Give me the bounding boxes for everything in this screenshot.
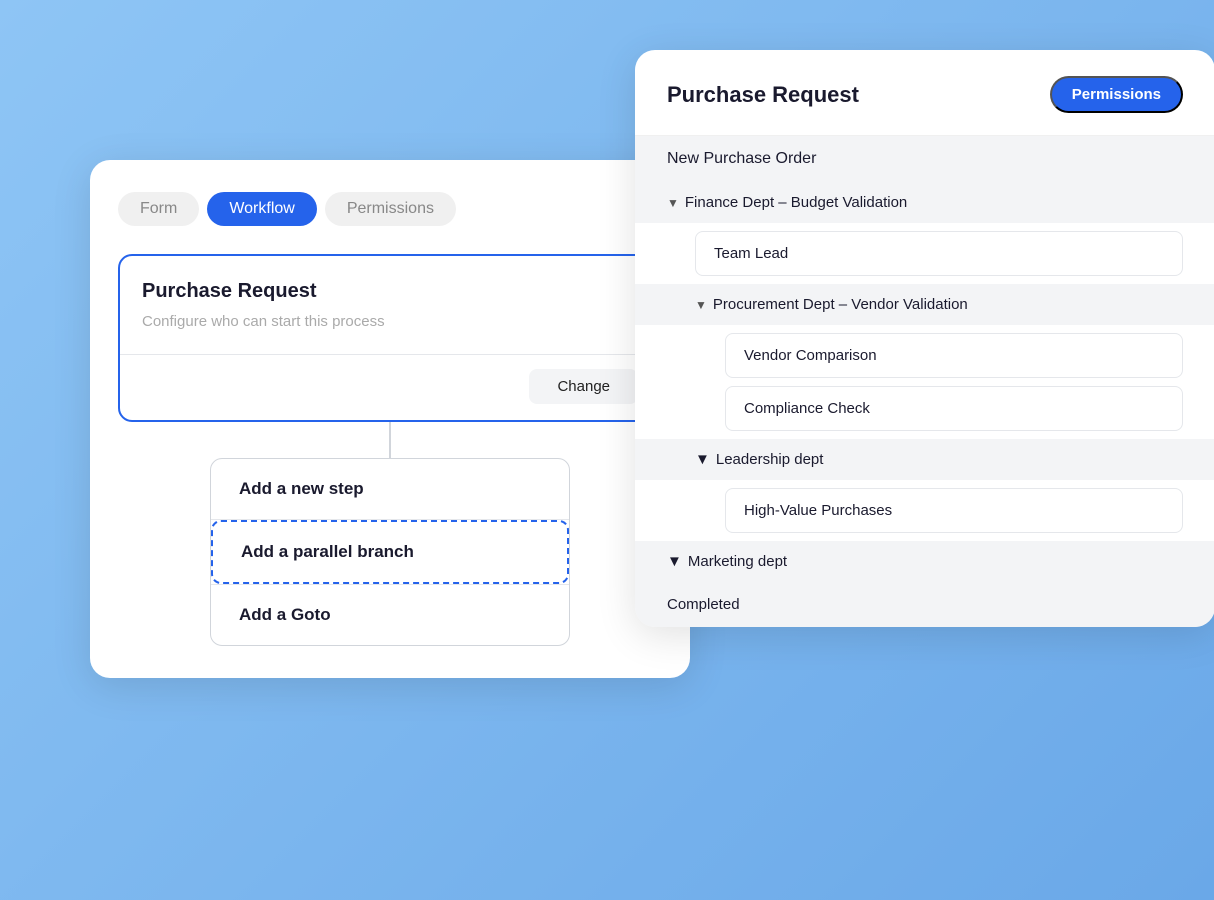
- rp-content: New Purchase Order ▼ Finance Dept – Budg…: [635, 136, 1214, 627]
- arrow-icon-marketing: ▼: [667, 553, 682, 570]
- step-box: Add a new step Add a parallel branch Add…: [210, 458, 570, 646]
- pr-card-bottom: Change: [142, 355, 638, 420]
- tab-permissions-left[interactable]: Permissions: [325, 192, 456, 226]
- right-panel: Purchase Request Permissions New Purchas…: [635, 50, 1214, 627]
- arrow-icon-procurement: ▼: [695, 298, 707, 312]
- permissions-badge-button[interactable]: Permissions: [1050, 76, 1183, 113]
- rp-team-lead: Team Lead: [695, 231, 1183, 276]
- purchase-request-card: Purchase Request Configure who can start…: [118, 254, 662, 422]
- rp-title: Purchase Request: [667, 82, 859, 108]
- pr-card-title: Purchase Request: [142, 280, 638, 303]
- rp-section-marketing[interactable]: ▼ Marketing dept: [635, 541, 1214, 582]
- step-add-parallel[interactable]: Add a parallel branch: [211, 520, 569, 584]
- tabs-row: Form Workflow Permissions: [118, 192, 662, 226]
- rp-compliance-check: Compliance Check: [725, 386, 1183, 431]
- rp-header: Purchase Request Permissions: [635, 50, 1214, 136]
- rp-section-marketing-label: Marketing dept: [688, 553, 787, 570]
- rp-section-finance-label: Finance Dept – Budget Validation: [685, 194, 907, 211]
- step-add-new[interactable]: Add a new step: [211, 459, 569, 519]
- rp-vendor-comparison: Vendor Comparison: [725, 333, 1183, 378]
- arrow-icon-finance: ▼: [667, 196, 679, 210]
- left-panel: Form Workflow Permissions Purchase Reque…: [90, 160, 690, 678]
- rp-section-procurement[interactable]: ▼ Procurement Dept – Vendor Validation: [635, 284, 1214, 325]
- rp-section-leadership[interactable]: ▼ Leadership dept: [635, 439, 1214, 480]
- rp-section-leadership-label: Leadership dept: [716, 451, 824, 468]
- rp-completed: Completed: [635, 582, 1214, 627]
- pr-card-subtitle: Configure who can start this process: [142, 313, 638, 330]
- arrow-icon-leadership: ▼: [695, 451, 710, 468]
- change-button[interactable]: Change: [529, 369, 638, 404]
- tab-form[interactable]: Form: [118, 192, 199, 226]
- rp-section-finance[interactable]: ▼ Finance Dept – Budget Validation: [635, 182, 1214, 223]
- rp-section-procurement-label: Procurement Dept – Vendor Validation: [713, 296, 968, 313]
- connector-line: [389, 422, 391, 458]
- rp-high-value-purchases: High-Value Purchases: [725, 488, 1183, 533]
- rp-new-purchase-order: New Purchase Order: [635, 136, 1214, 182]
- tab-workflow[interactable]: Workflow: [207, 192, 317, 226]
- step-add-goto[interactable]: Add a Goto: [211, 585, 569, 645]
